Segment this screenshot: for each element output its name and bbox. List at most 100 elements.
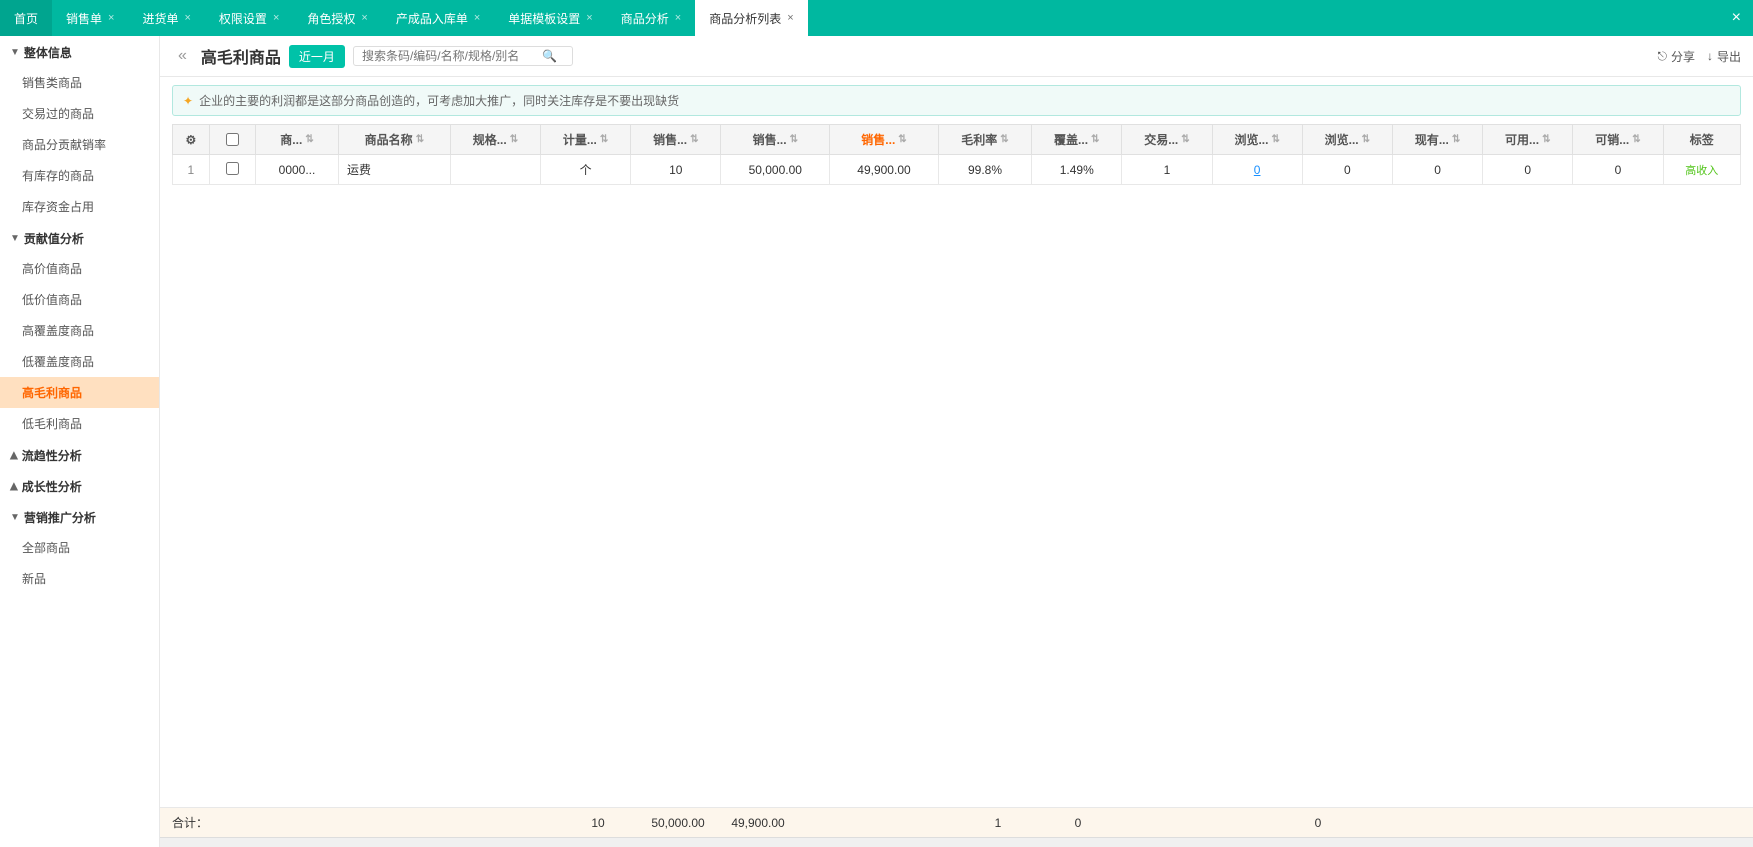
- sidebar-group-overall[interactable]: ▼ 整体信息: [0, 36, 159, 67]
- sidebar: ▼ 整体信息 销售类商品 交易过的商品 商品分贡献销率 有库存的商品 库存资金占…: [0, 36, 160, 847]
- col-spec[interactable]: 规格...⇅: [450, 125, 540, 155]
- select-all-checkbox[interactable]: [226, 133, 239, 146]
- search-icon[interactable]: 🔍: [542, 49, 557, 63]
- col-sales-amount[interactable]: 销售...⇅: [721, 125, 830, 155]
- col-name[interactable]: 商品名称⇅: [338, 125, 450, 155]
- sidebar-item-traded-goods[interactable]: 交易过的商品: [0, 98, 159, 129]
- cell-checkbox[interactable]: [209, 155, 255, 185]
- cell-browse1[interactable]: 0: [1212, 155, 1302, 185]
- sidebar-item-high-coverage[interactable]: 高覆盖度商品: [0, 315, 159, 346]
- sidebar-item-new-goods[interactable]: 新品: [0, 563, 159, 594]
- export-btn[interactable]: ↓ 导出: [1707, 48, 1741, 65]
- arrow-trend: ▶: [8, 452, 19, 460]
- sidebar-item-sales-goods[interactable]: 销售类商品: [0, 67, 159, 98]
- header-actions: ⎋ 分享 ↓ 导出: [1657, 48, 1741, 65]
- close-all-tabs[interactable]: ×: [1720, 9, 1753, 27]
- nav-item-purchase[interactable]: 进货单 ×: [128, 0, 204, 36]
- cell-tag: 高收入: [1663, 155, 1740, 185]
- cell-spec: [450, 155, 540, 185]
- sidebar-group-trend[interactable]: ▶ 流趋性分析: [0, 439, 159, 470]
- nav-item-home[interactable]: 首页: [0, 0, 52, 36]
- table-wrapper[interactable]: ⚙ 商...⇅ 商品名称⇅ 规格...⇅ 计量...⇅ 销售...⇅ 销售...…: [160, 124, 1753, 807]
- col-sales-profit[interactable]: 销售...⇅: [830, 125, 939, 155]
- nav-item-analysis[interactable]: 商品分析 ×: [607, 0, 695, 36]
- main-layout: ▼ 整体信息 销售类商品 交易过的商品 商品分贡献销率 有库存的商品 库存资金占…: [0, 36, 1753, 847]
- col-sales-qty[interactable]: 销售...⇅: [631, 125, 721, 155]
- cell-unit: 个: [541, 155, 631, 185]
- cell-sales-profit: 49,900.00: [830, 155, 939, 185]
- col-checkbox[interactable]: [209, 125, 255, 155]
- col-available[interactable]: 可用...⇅: [1483, 125, 1573, 155]
- search-box: 🔍: [353, 46, 573, 66]
- cell-saleable: 0: [1573, 155, 1663, 185]
- share-icon: ⎋: [1657, 49, 1667, 64]
- close-analysis-list-tab[interactable]: ×: [787, 12, 793, 24]
- sidebar-group-marketing[interactable]: ▼ 营销推广分析: [0, 501, 159, 532]
- table-row: 1 0000... 运费 个 10 50,000.00 49,900.00 99…: [173, 155, 1741, 185]
- sidebar-item-stock-capital[interactable]: 库存资金占用: [0, 191, 159, 222]
- cell-browse2: 0: [1302, 155, 1392, 185]
- row-checkbox[interactable]: [226, 162, 239, 175]
- footer-sales-profit: 49,900.00: [718, 816, 798, 830]
- sidebar-group-growth[interactable]: ▶ 成长性分析: [0, 470, 159, 501]
- sidebar-item-low-coverage[interactable]: 低覆盖度商品: [0, 346, 159, 377]
- close-analysis-tab[interactable]: ×: [675, 12, 681, 24]
- cell-coverage: 1.49%: [1032, 155, 1122, 185]
- sidebar-item-low-value[interactable]: 低价值商品: [0, 284, 159, 315]
- sidebar-item-stock-goods[interactable]: 有库存的商品: [0, 160, 159, 191]
- close-role-tab[interactable]: ×: [361, 12, 367, 24]
- sidebar-item-low-margin[interactable]: 低毛利商品: [0, 408, 159, 439]
- footer-sales-qty: 10: [558, 816, 638, 830]
- col-current-stock[interactable]: 现有...⇅: [1392, 125, 1482, 155]
- footer-available: 0: [1278, 816, 1358, 830]
- col-transaction[interactable]: 交易...⇅: [1122, 125, 1212, 155]
- nav-item-template[interactable]: 单据模板设置 ×: [494, 0, 606, 36]
- sidebar-item-all-goods[interactable]: 全部商品: [0, 532, 159, 563]
- page-title: 高毛利商品: [201, 44, 281, 68]
- search-input[interactable]: [362, 49, 542, 63]
- col-code[interactable]: 商...⇅: [256, 125, 339, 155]
- nav-item-sales[interactable]: 销售单 ×: [52, 0, 128, 36]
- col-unit[interactable]: 计量...⇅: [541, 125, 631, 155]
- nav-item-role[interactable]: 角色授权 ×: [293, 0, 381, 36]
- footer-browse1: 0: [1038, 816, 1118, 830]
- total-label: 合计：: [172, 814, 208, 831]
- sidebar-group-contribution[interactable]: ▼ 贡献值分析: [0, 222, 159, 253]
- table-footer: 合计： 10 50,000.00 49,900.00 1 0 0: [160, 807, 1753, 837]
- content-header: « 高毛利商品 近一月 🔍 ⎋ 分享 ↓ 导出: [160, 36, 1753, 77]
- arrow-overall: ▼: [10, 47, 20, 58]
- info-bar: ✦ 企业的主要的利润都是这部分商品创造的，可考虑加大推广，同时关注库存是不要出现…: [172, 85, 1741, 116]
- export-icon: ↓: [1707, 49, 1713, 63]
- footer-sales-amount: 50,000.00: [638, 816, 718, 830]
- cell-num: 1: [173, 155, 210, 185]
- close-template-tab[interactable]: ×: [586, 12, 592, 24]
- cell-current-stock: 0: [1392, 155, 1482, 185]
- col-browse1[interactable]: 浏览...⇅: [1212, 125, 1302, 155]
- cell-code: 0000...: [256, 155, 339, 185]
- sidebar-item-goods-contribution[interactable]: 商品分贡献销率: [0, 129, 159, 160]
- col-tag[interactable]: 标签: [1663, 125, 1740, 155]
- bottom-scrollbar[interactable]: [160, 837, 1753, 847]
- arrow-contribution: ▼: [10, 233, 20, 244]
- col-gross-margin[interactable]: 毛利率⇅: [938, 125, 1031, 155]
- col-saleable[interactable]: 可销...⇅: [1573, 125, 1663, 155]
- cell-transaction: 1: [1122, 155, 1212, 185]
- filter-month-btn[interactable]: 近一月: [289, 45, 345, 68]
- col-settings[interactable]: ⚙: [173, 125, 210, 155]
- col-browse2[interactable]: 浏览...⇅: [1302, 125, 1392, 155]
- col-coverage[interactable]: 覆盖...⇅: [1032, 125, 1122, 155]
- nav-item-analysis-list[interactable]: 商品分析列表 ×: [695, 0, 807, 36]
- table-header-row: ⚙ 商...⇅ 商品名称⇅ 规格...⇅ 计量...⇅ 销售...⇅ 销售...…: [173, 125, 1741, 155]
- sidebar-item-high-value[interactable]: 高价值商品: [0, 253, 159, 284]
- nav-item-inbound[interactable]: 产成品入库单 ×: [382, 0, 494, 36]
- close-sales-tab[interactable]: ×: [108, 12, 114, 24]
- cell-sales-qty: 10: [631, 155, 721, 185]
- share-btn[interactable]: ⎋ 分享: [1657, 48, 1695, 65]
- close-permission-tab[interactable]: ×: [273, 12, 279, 24]
- sidebar-item-high-margin[interactable]: 高毛利商品: [0, 377, 159, 408]
- close-purchase-tab[interactable]: ×: [184, 12, 190, 24]
- nav-item-permission[interactable]: 权限设置 ×: [205, 0, 293, 36]
- sidebar-collapse-btn[interactable]: «: [172, 45, 193, 67]
- close-inbound-tab[interactable]: ×: [474, 12, 480, 24]
- footer-transaction: 1: [958, 816, 1038, 830]
